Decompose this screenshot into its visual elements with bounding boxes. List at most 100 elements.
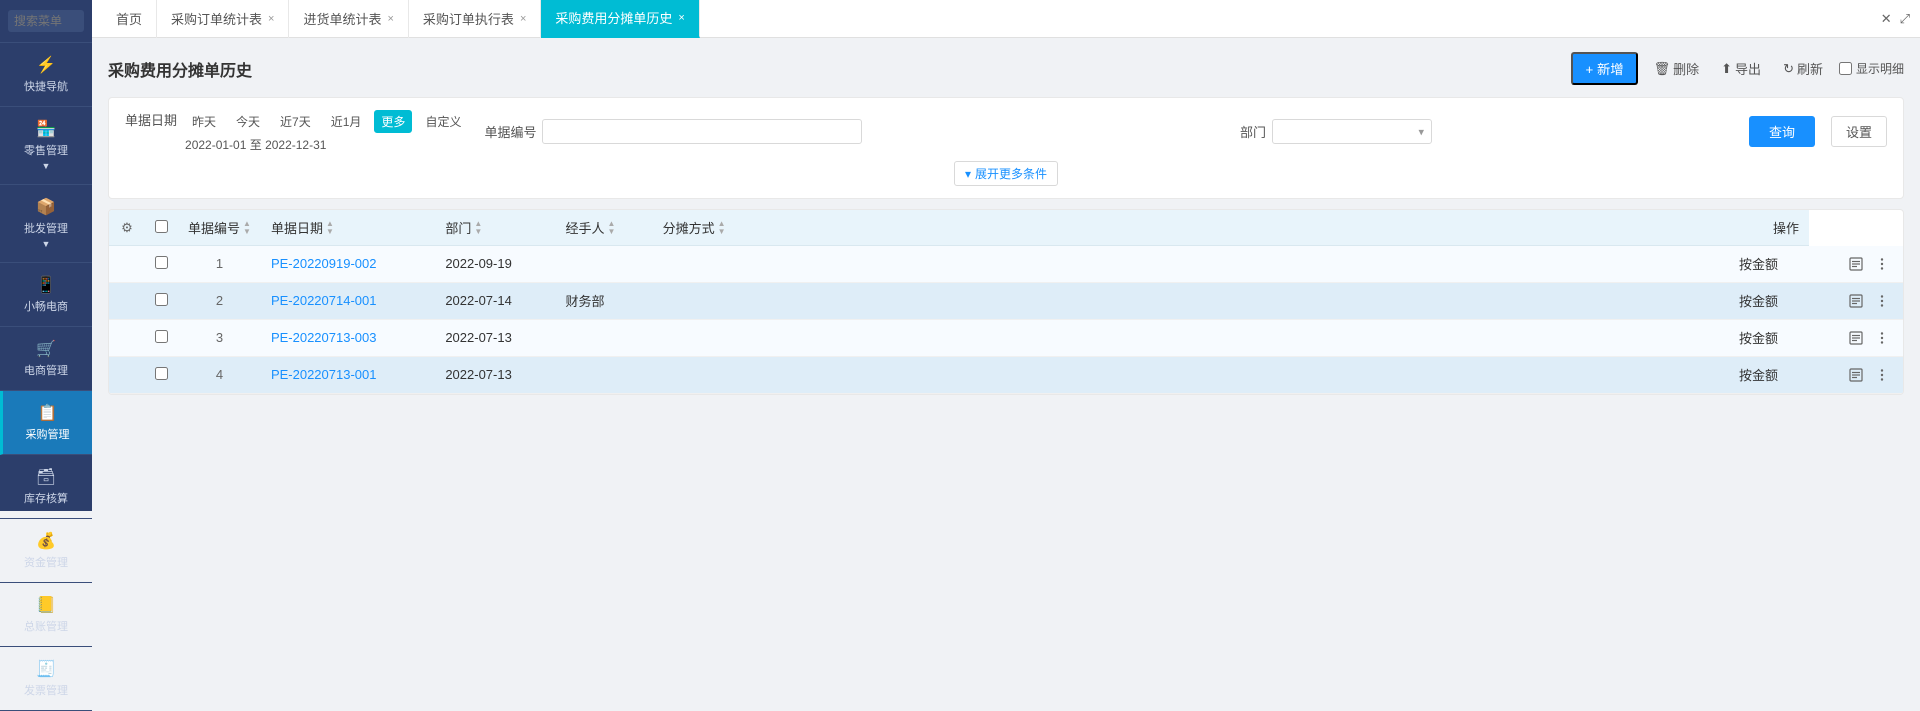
date-btn-today[interactable]: 今天 bbox=[229, 110, 267, 133]
sidebar-item-purchase[interactable]: 📋 采购管理 bbox=[0, 391, 92, 455]
row-doc-date-cell-2: 2022-07-13 bbox=[435, 319, 555, 356]
expand-more-btn[interactable]: ▾ 展开更多条件 bbox=[954, 161, 1058, 186]
export-button[interactable]: ⬆ 导出 bbox=[1715, 55, 1767, 82]
refresh-button[interactable]: ↻ 刷新 bbox=[1777, 55, 1829, 82]
date-btn-1month[interactable]: 近1月 bbox=[324, 110, 369, 133]
tab-purchase-cost-history[interactable]: 采购费用分摊单历史 × bbox=[541, 0, 699, 38]
query-button[interactable]: 查询 bbox=[1749, 116, 1815, 147]
col-doc-date[interactable]: 单据日期 ▲▼ bbox=[261, 210, 435, 246]
show-cols-label: 显示明细 bbox=[1856, 60, 1904, 77]
row-num-1: 2 bbox=[178, 282, 261, 319]
row-view-btn-3[interactable] bbox=[1845, 364, 1867, 386]
settings-button[interactable]: 设置 bbox=[1831, 116, 1887, 147]
tab-incoming-stats-close[interactable]: × bbox=[387, 13, 393, 25]
sidebar-item-wholesale[interactable]: 📦 批发管理 ▼ bbox=[0, 185, 92, 263]
col-dept-sort[interactable]: 部门 ▲▼ bbox=[445, 218, 482, 237]
row-view-btn-1[interactable] bbox=[1845, 290, 1867, 312]
row-split-method-cell-3: 按金额 bbox=[1729, 356, 1809, 393]
date-btn-more[interactable]: 更多 bbox=[374, 110, 412, 133]
tab-purchase-order-stats[interactable]: 采购订单统计表 × bbox=[157, 0, 289, 38]
row-num-3: 4 bbox=[178, 356, 261, 393]
date-btn-7days[interactable]: 近7天 bbox=[273, 110, 318, 133]
sidebar-label-quicknav: 快捷导航 bbox=[4, 78, 88, 94]
row-doc-no-link-0[interactable]: PE-20220919-002 bbox=[271, 256, 377, 271]
col-doc-no[interactable]: 单据编号 ▲▼ bbox=[178, 210, 261, 246]
show-cols-checkbox[interactable] bbox=[1839, 62, 1852, 75]
dept-select[interactable] bbox=[1272, 119, 1432, 144]
retail-icon: 🏪 bbox=[4, 119, 88, 139]
sidebar-label-ecommerce: 电商管理 bbox=[4, 362, 88, 378]
sidebar-item-inventory[interactable]: 🗃 库存核算 bbox=[0, 455, 92, 519]
doc-no-filter: 单据编号 bbox=[484, 119, 1224, 144]
row-more-btn-0[interactable] bbox=[1871, 253, 1893, 275]
sidebar-item-ledger[interactable]: 📒 总账管理 bbox=[0, 583, 92, 647]
row-num-2: 3 bbox=[178, 319, 261, 356]
row-view-btn-2[interactable] bbox=[1845, 327, 1867, 349]
col-split-method-sort[interactable]: 分摊方式 ▲▼ bbox=[663, 218, 726, 237]
select-all-checkbox[interactable] bbox=[155, 220, 168, 233]
fullscreen-icon[interactable]: ⤢ bbox=[1900, 11, 1910, 27]
refresh-label: 刷新 bbox=[1797, 59, 1823, 78]
row-handler-cell-0 bbox=[653, 246, 1729, 283]
col-split-method[interactable]: 分摊方式 ▲▼ bbox=[653, 210, 1729, 246]
table-row: 1 PE-20220919-002 2022-09-19 按金额 bbox=[109, 246, 1903, 283]
dept-label: 部门 bbox=[1240, 122, 1266, 141]
tab-home[interactable]: 首页 bbox=[102, 0, 157, 38]
col-dept[interactable]: 部门 ▲▼ bbox=[435, 210, 555, 246]
header-actions: + 新增 🗑 删除 ⬆ 导出 ↻ 刷新 显示明细 bbox=[1571, 52, 1904, 85]
date-btn-custom[interactable]: 自定义 bbox=[418, 110, 468, 133]
sort-arrows-handler: ▲▼ bbox=[608, 220, 616, 236]
refresh-icon: ↻ bbox=[1783, 61, 1794, 77]
sidebar-label-ledger: 总账管理 bbox=[4, 618, 88, 634]
show-cols-toggle[interactable]: 显示明细 bbox=[1839, 60, 1904, 77]
tab-purchase-order-stats-close[interactable]: × bbox=[268, 13, 274, 25]
col-handler-sort[interactable]: 经手人 ▲▼ bbox=[565, 218, 615, 237]
row-check-cell-2 bbox=[145, 319, 178, 356]
tab-purchase-order-exec-close[interactable]: × bbox=[520, 13, 526, 25]
col-handler[interactable]: 经手人 ▲▼ bbox=[555, 210, 652, 246]
row-checkbox-2[interactable] bbox=[155, 330, 168, 343]
col-doc-no-label: 单据编号 bbox=[188, 218, 240, 237]
row-doc-no-cell-2: PE-20220713-003 bbox=[261, 319, 435, 356]
search-input[interactable] bbox=[8, 10, 84, 32]
row-doc-no-link-1[interactable]: PE-20220714-001 bbox=[271, 293, 377, 308]
sidebar-item-quicknav[interactable]: ⚡ 快捷导航 bbox=[0, 43, 92, 107]
sidebar-item-retail[interactable]: 🏪 零售管理 ▼ bbox=[0, 107, 92, 185]
add-button[interactable]: + 新增 bbox=[1571, 52, 1637, 85]
sidebar-item-finance[interactable]: 💰 资金管理 bbox=[0, 519, 92, 583]
row-check-cell-3 bbox=[145, 356, 178, 393]
sort-arrows-doc-no: ▲▼ bbox=[243, 220, 251, 236]
close-window-icon[interactable]: ✕ bbox=[1881, 11, 1892, 27]
filter-expand-row: ▾ 展开更多条件 bbox=[125, 161, 1887, 186]
row-doc-no-link-2[interactable]: PE-20220713-003 bbox=[271, 330, 377, 345]
row-doc-date-cell-1: 2022-07-14 bbox=[435, 282, 555, 319]
wholesale-icon: 📦 bbox=[4, 197, 88, 217]
row-checkbox-3[interactable] bbox=[155, 367, 168, 380]
sidebar-item-invoice[interactable]: 🧾 发票管理 bbox=[0, 647, 92, 711]
sidebar-item-ecommerce[interactable]: 🛒 电商管理 bbox=[0, 327, 92, 391]
sidebar-item-miniapp[interactable]: 📱 小畅电商 bbox=[0, 263, 92, 327]
row-doc-no-link-3[interactable]: PE-20220713-001 bbox=[271, 367, 377, 382]
col-gear[interactable]: ⚙ bbox=[109, 210, 145, 246]
sidebar-label-wholesale: 批发管理 bbox=[4, 220, 88, 236]
delete-button[interactable]: 🗑 删除 bbox=[1648, 55, 1706, 82]
row-more-btn-1[interactable] bbox=[1871, 290, 1893, 312]
tab-incoming-stats[interactable]: 进货单统计表 × bbox=[289, 0, 408, 38]
col-doc-date-sort[interactable]: 单据日期 ▲▼ bbox=[271, 218, 334, 237]
row-doc-no-cell-3: PE-20220713-001 bbox=[261, 356, 435, 393]
tab-purchase-cost-history-close[interactable]: × bbox=[678, 12, 684, 24]
row-more-btn-2[interactable] bbox=[1871, 327, 1893, 349]
main-area: 首页 采购订单统计表 × 进货单统计表 × 采购订单执行表 × 采购费用分摊单历… bbox=[92, 0, 1920, 511]
row-view-btn-0[interactable] bbox=[1845, 253, 1867, 275]
tab-incoming-stats-label: 进货单统计表 bbox=[303, 9, 381, 28]
row-doc-date-cell-0: 2022-09-19 bbox=[435, 246, 555, 283]
doc-no-input[interactable] bbox=[542, 119, 862, 144]
purchase-icon: 📋 bbox=[7, 403, 88, 423]
row-checkbox-1[interactable] bbox=[155, 293, 168, 306]
page-header: 采购费用分摊单历史 + 新增 🗑 删除 ⬆ 导出 ↻ 刷新 显示明细 bbox=[108, 52, 1904, 85]
date-btn-yesterday[interactable]: 昨天 bbox=[185, 110, 223, 133]
row-more-btn-3[interactable] bbox=[1871, 364, 1893, 386]
tab-purchase-order-exec[interactable]: 采购订单执行表 × bbox=[409, 0, 541, 38]
row-checkbox-0[interactable] bbox=[155, 256, 168, 269]
col-doc-no-sort[interactable]: 单据编号 ▲▼ bbox=[188, 218, 251, 237]
